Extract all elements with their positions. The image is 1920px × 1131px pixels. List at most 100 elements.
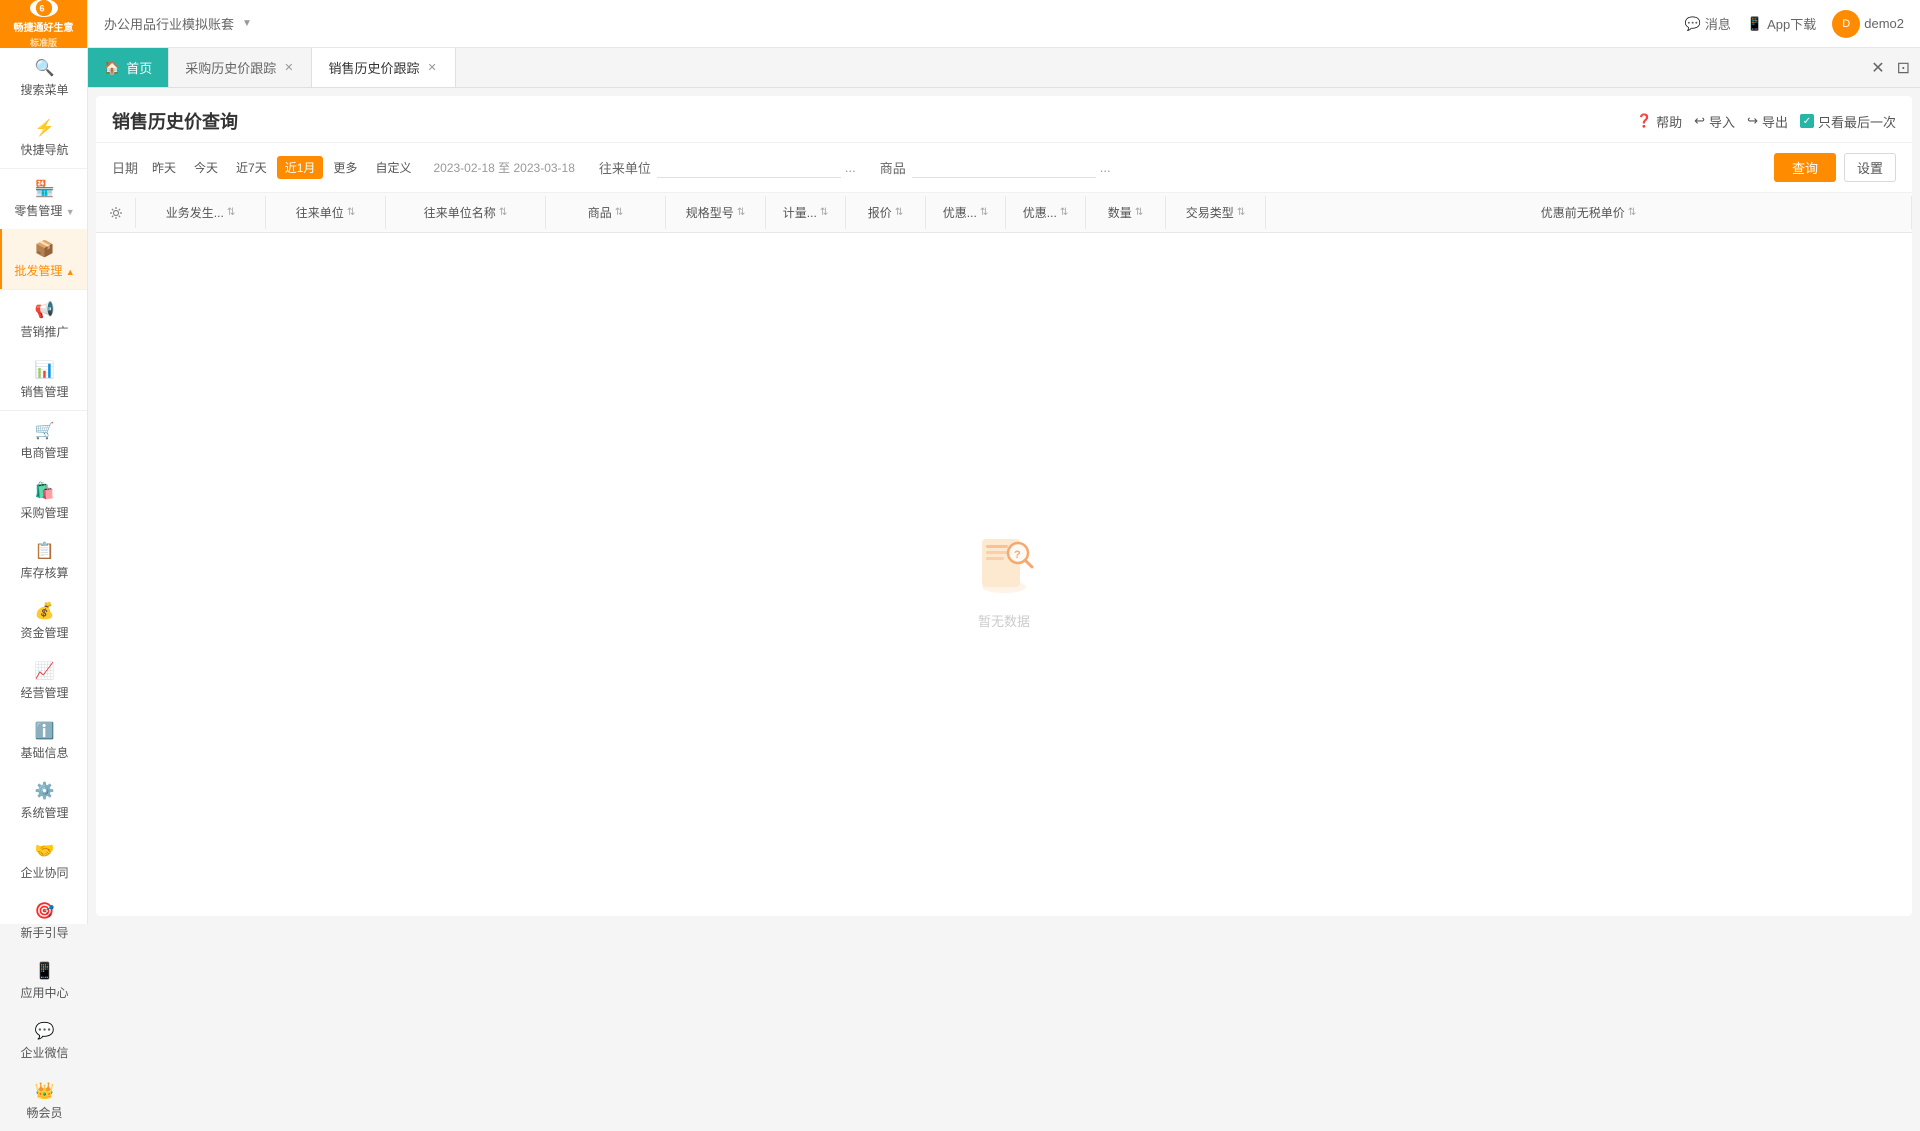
tab-home[interactable]: 🏠 首页 <box>88 48 169 87</box>
th-type[interactable]: 交易类型 ⇅ <box>1166 196 1266 229</box>
date-btn-yesterday[interactable]: 昨天 <box>144 156 184 179</box>
only-last-checkbox[interactable]: ✓ <box>1800 114 1814 128</box>
date-btn-custom[interactable]: 自定义 <box>367 156 419 179</box>
finance-icon: 💰 <box>35 601 55 621</box>
th-spec-sort-icon: ⇅ <box>737 207 745 218</box>
goods-input-wrap: ... <box>912 158 1111 178</box>
partner-input[interactable] <box>657 158 841 178</box>
partner-browse-btn[interactable]: ... <box>845 160 856 175</box>
th-settings[interactable] <box>96 198 136 228</box>
user-menu[interactable]: D demo2 <box>1832 10 1904 38</box>
system-icon: ⚙️ <box>35 781 55 801</box>
basic-icon: ℹ️ <box>35 721 55 741</box>
sidebar-item-finance[interactable]: 💰 资金管理 <box>0 591 87 651</box>
sidebar-item-label: 搜索菜单 <box>20 81 68 98</box>
sidebar-item-sales-mgmt[interactable]: 📊 销售管理 <box>0 350 87 410</box>
page-panel: 销售历史价查询 ❓ 帮助 ↩ 导入 ↪ 导出 ✓ <box>96 96 1912 916</box>
th-qty-label: 数量 <box>1108 204 1132 221</box>
th-qty[interactable]: 数量 ⇅ <box>1086 196 1166 229</box>
th-partner-name[interactable]: 往来单位名称 ⇅ <box>386 196 546 229</box>
sidebar-item-quick-nav[interactable]: ⚡ 快捷导航 <box>0 108 87 168</box>
th-partner-name-sort-icon: ⇅ <box>499 207 507 218</box>
import-btn[interactable]: ↩ 导入 <box>1694 112 1735 131</box>
th-unit[interactable]: 计量... ⇅ <box>766 196 846 229</box>
sidebar-item-operation[interactable]: 📈 经营管理 <box>0 651 87 711</box>
only-last-wrap[interactable]: ✓ 只看最后一次 <box>1800 112 1896 131</box>
main-area: 办公用品行业模拟账套 ▼ 💬 消息 📱 App下载 D demo2 🏠 首页 采… <box>88 0 1920 924</box>
sidebar-item-ecommerce[interactable]: 🛒 电商管理 <box>0 411 87 471</box>
tab-sales-history[interactable]: 销售历史价跟踪 ✕ <box>312 48 455 87</box>
topbar-left: 办公用品行业模拟账套 ▼ <box>104 14 252 33</box>
goods-browse-btn[interactable]: ... <box>1100 160 1111 175</box>
sidebar-item-newbie[interactable]: 🎯 新手引导 <box>0 891 87 951</box>
app-logo: 6 畅捷通好生意 标准版 <box>0 0 87 48</box>
close-all-tabs-btn[interactable]: ✕ <box>1869 56 1886 80</box>
th-type-sort-icon: ⇅ <box>1237 207 1245 218</box>
date-btn-today[interactable]: 今天 <box>186 156 226 179</box>
tab-purchase-history[interactable]: 采购历史价跟踪 ✕ <box>169 48 312 87</box>
sidebar-item-member[interactable]: 👑 畅会员 <box>0 1071 87 1131</box>
sidebar-item-inventory[interactable]: 📋 库存核算 <box>0 531 87 591</box>
th-unit-label: 计量... <box>783 204 817 221</box>
th-date[interactable]: 业务发生... ⇅ <box>136 196 266 229</box>
th-notax-label: 优惠前无税单价 <box>1541 204 1625 221</box>
search-icon: 🔍 <box>35 58 55 78</box>
help-icon: ❓ <box>1636 113 1652 129</box>
sidebar-item-label: 营销推广 <box>20 323 68 340</box>
sidebar-item-retail[interactable]: 🏪 零售管理 ▼ <box>0 169 87 229</box>
date-label: 日期 <box>112 158 138 177</box>
th-partner-code-label: 往来单位 <box>296 204 344 221</box>
th-discount2-sort-icon: ⇅ <box>1060 207 1068 218</box>
query-button[interactable]: 查询 <box>1774 153 1836 182</box>
date-btn-7days[interactable]: 近7天 <box>228 156 275 179</box>
sidebar-item-label: 应用中心 <box>20 984 68 1001</box>
th-discount2[interactable]: 优惠... ⇅ <box>1006 196 1086 229</box>
message-btn[interactable]: 💬 消息 <box>1685 14 1731 33</box>
maximize-btn[interactable]: ⊡ <box>1895 56 1912 80</box>
sidebar-item-purchase[interactable]: 🛍️ 采购管理 <box>0 471 87 531</box>
sidebar-item-enterprise[interactable]: 🤝 企业协同 <box>0 831 87 891</box>
th-spec[interactable]: 规格型号 ⇅ <box>666 196 766 229</box>
th-partner-code-sort-icon: ⇅ <box>347 207 355 218</box>
wholesale-icon: 📦 <box>35 239 55 259</box>
page-actions: ❓ 帮助 ↩ 导入 ↪ 导出 ✓ 只看最后一次 <box>1636 112 1896 131</box>
tab-sales-history-close[interactable]: ✕ <box>425 60 438 75</box>
chevron-up-icon: ▲ <box>66 267 75 277</box>
sidebar-item-marketing[interactable]: 📢 营销推广 <box>0 290 87 350</box>
goods-filter-group: 商品 ... <box>880 158 1111 178</box>
inventory-icon: 📋 <box>35 541 55 561</box>
help-btn[interactable]: ❓ 帮助 <box>1636 112 1682 131</box>
setting-button[interactable]: 设置 <box>1844 153 1896 182</box>
sidebar-item-label: 采购管理 <box>20 504 68 521</box>
table-wrap: 业务发生... ⇅ 往来单位 ⇅ 往来单位名称 ⇅ 商品 ⇅ <box>96 193 1912 916</box>
date-btn-1month[interactable]: 近1月 <box>277 156 324 179</box>
enterprise-icon: 🤝 <box>35 841 55 861</box>
app-download-label: App下载 <box>1767 14 1816 33</box>
th-discount1[interactable]: 优惠... ⇅ <box>926 196 1006 229</box>
sidebar-item-search[interactable]: 🔍 搜索菜单 <box>0 48 87 108</box>
sidebar-item-wechat[interactable]: 💬 企业微信 <box>0 1011 87 1071</box>
empty-text: 暂无数据 <box>978 611 1030 630</box>
sidebar-item-wholesale[interactable]: 📦 批发管理 ▲ <box>0 229 87 289</box>
th-partner-code[interactable]: 往来单位 ⇅ <box>266 196 386 229</box>
date-btn-more[interactable]: 更多 <box>325 156 365 179</box>
partner-filter-group: 往来单位 ... <box>599 158 856 178</box>
app-download-btn[interactable]: 📱 App下载 <box>1747 14 1816 33</box>
sidebar-item-basic[interactable]: ℹ️ 基础信息 <box>0 711 87 771</box>
tab-purchase-history-close[interactable]: ✕ <box>282 60 295 75</box>
tabbar-actions: ✕ ⊡ <box>1861 48 1920 87</box>
goods-input[interactable] <box>912 158 1096 178</box>
sidebar-section-sub: 📢 营销推广 📊 销售管理 <box>0 289 87 410</box>
th-goods[interactable]: 商品 ⇅ <box>546 196 666 229</box>
sidebar-item-app-center[interactable]: 📱 应用中心 <box>0 951 87 1011</box>
th-date-sort-icon: ⇅ <box>227 207 235 218</box>
th-price[interactable]: 报价 ⇅ <box>846 196 926 229</box>
sidebar-item-label: 销售管理 <box>20 383 68 400</box>
sidebar-item-label: 企业协同 <box>20 864 68 881</box>
th-notax[interactable]: 优惠前无税单价 ⇅ <box>1266 196 1912 229</box>
workspace-dropdown-icon[interactable]: ▼ <box>242 18 252 29</box>
export-btn[interactable]: ↪ 导出 <box>1747 112 1788 131</box>
sidebar-item-system[interactable]: ⚙️ 系统管理 <box>0 771 87 831</box>
newbie-icon: 🎯 <box>35 901 55 921</box>
chevron-down-icon: ▼ <box>66 207 75 217</box>
